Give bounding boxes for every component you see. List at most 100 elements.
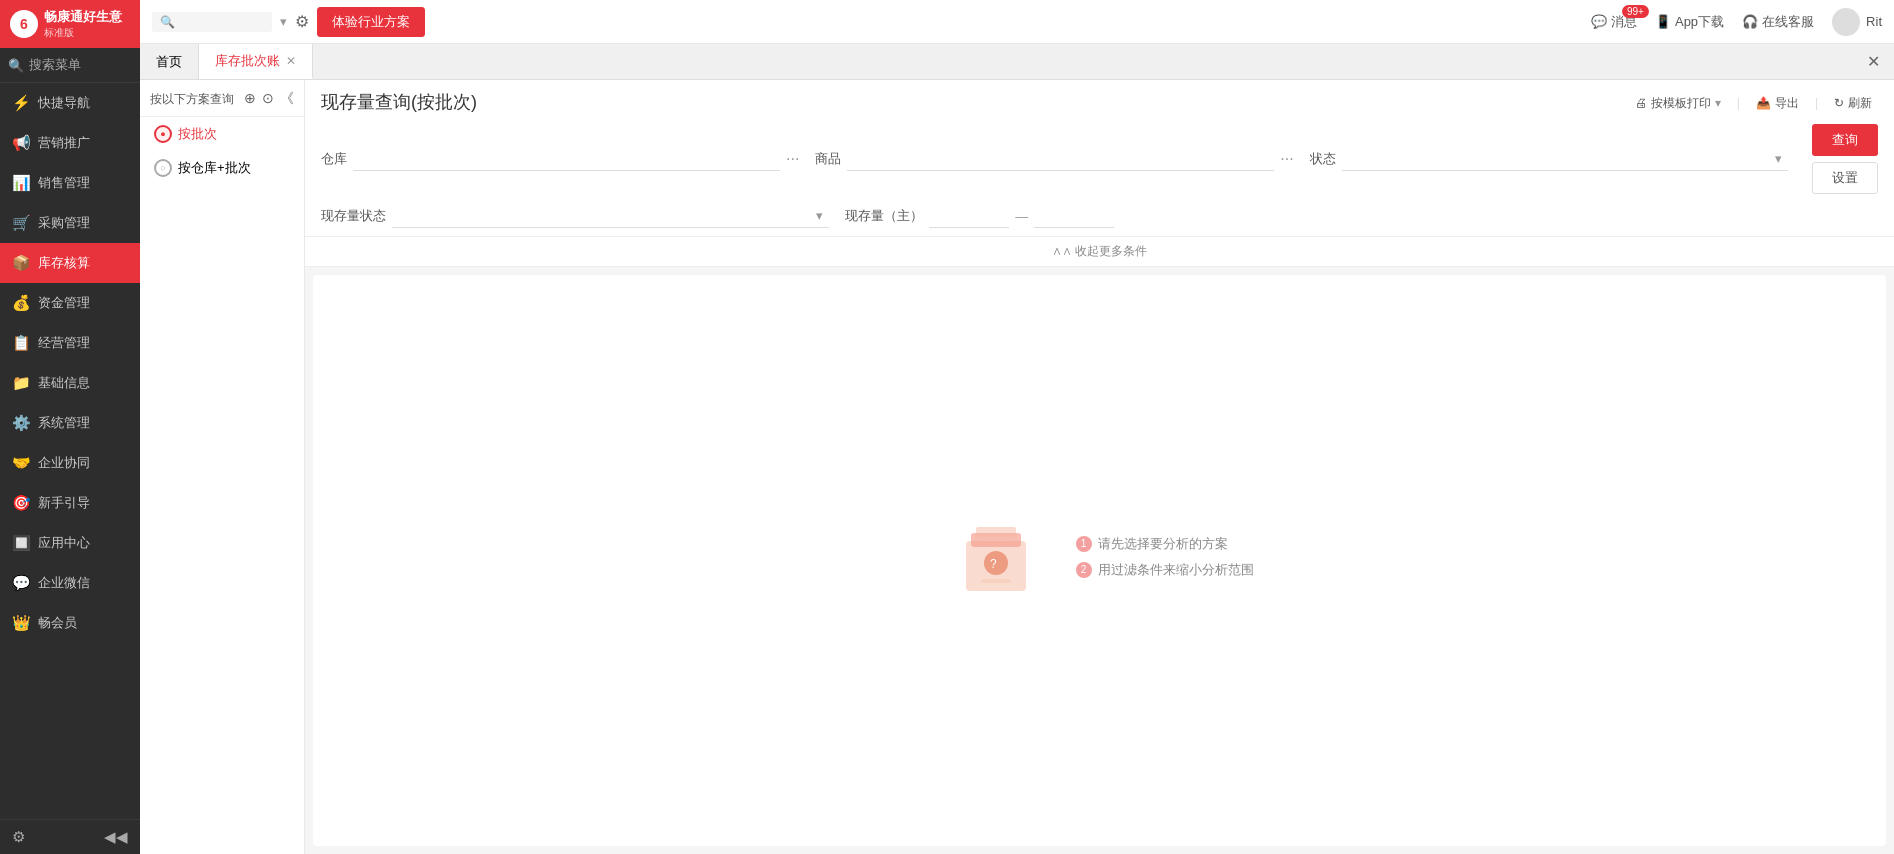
sidebar-header: 6 畅康通好生意 标准版 [0,0,140,48]
panel-close-btn[interactable]: ✕ [1853,52,1894,71]
collab-icon: 🤝 [12,454,30,472]
filter-row-2: 现存量状态 ▾ 现存量（主） — [321,204,1878,228]
product-label: 商品 [815,150,841,168]
status-label: 状态 [1310,150,1336,168]
stock-qty-to[interactable] [1034,204,1114,228]
sidebar-item-finance[interactable]: 💰 资金管理 [0,283,140,323]
refresh-icon: ↻ [1834,96,1844,110]
toolbar: 🖨 按模板打印 ▾ | 📤 导出 | ↻ 刷新 [1629,92,1878,115]
left-panel-actions: ⊕ ⊙ 《 [244,90,294,108]
query-button[interactable]: 查询 [1812,124,1878,156]
scheme-by-batch[interactable]: ● 按批次 [140,117,304,151]
sidebar-item-operation[interactable]: 📋 经营管理 [0,323,140,363]
sidebar-item-label: 系统管理 [38,414,90,432]
print-icon: 🖨 [1635,96,1647,110]
sidebar-item-member[interactable]: 👑 畅会员 [0,603,140,643]
wechat-icon: 💬 [12,574,30,592]
page-title: 现存量查询(按批次) [321,90,477,114]
dropdown-chevron-icon[interactable]: ▾ [280,14,287,29]
scheme-settings-icon[interactable]: ⊙ [262,90,274,108]
product-input[interactable] [847,147,1274,171]
status-chevron-icon: ▾ [1775,151,1782,166]
purchase-icon: 🛒 [12,214,30,232]
sidebar-item-system[interactable]: ⚙️ 系统管理 [0,403,140,443]
refresh-btn[interactable]: ↻ 刷新 [1828,92,1878,115]
search-icon: 🔍 [160,15,175,29]
right-panel: 现存量查询(按批次) 🖨 按模板打印 ▾ | 📤 导出 | [305,80,1894,854]
sidebar-item-basic[interactable]: 📁 基础信息 [0,363,140,403]
stock-status-chevron-icon: ▾ [816,208,823,223]
sidebar-item-purchase[interactable]: 🛒 采购管理 [0,203,140,243]
product-more-icon[interactable]: ··· [1280,150,1293,168]
settings-button[interactable]: 设置 [1812,162,1878,194]
app-download-btn[interactable]: 📱 App下载 [1655,13,1724,31]
tab-home[interactable]: 首页 [140,44,199,79]
collapse-sidebar-icon[interactable]: ◀◀ [104,828,128,846]
svg-rect-2 [976,527,1016,537]
sidebar-item-marketing[interactable]: 📢 营销推广 [0,123,140,163]
sidebar-item-apps[interactable]: 🔲 应用中心 [0,523,140,563]
hint-2: 2 用过滤条件来缩小分析范围 [1076,561,1254,579]
system-icon: ⚙️ [12,414,30,432]
empty-text: 1 请先选择要分析的方案 2 用过滤条件来缩小分析范围 [1076,535,1254,587]
sidebar-item-wechat[interactable]: 💬 企业微信 [0,563,140,603]
scheme-by-warehouse-batch-label: 按仓库+批次 [178,159,251,177]
refresh-label: 刷新 [1848,95,1872,112]
print-chevron-icon: ▾ [1715,96,1721,110]
hint-2-text: 用过滤条件来缩小分析范围 [1098,561,1254,579]
print-label: 按模板打印 [1651,95,1711,112]
left-panel-title: 按以下方案查询 [150,91,234,108]
tab-inventory-batch[interactable]: 库存批次账 ✕ [199,44,313,79]
warehouse-input[interactable] [353,147,780,171]
marketing-icon: 📢 [12,134,30,152]
sidebar-item-sales[interactable]: 📊 销售管理 [0,163,140,203]
topbar-gear-icon[interactable]: ⚙ [295,12,309,31]
collapse-bar[interactable]: ∧∧ 收起更多条件 [305,237,1894,267]
empty-illustration: ? [946,511,1046,611]
guide-icon: 🎯 [12,494,30,512]
app-subtitle: 标准版 [44,26,122,40]
sidebar-item-collab[interactable]: 🤝 企业协同 [0,443,140,483]
print-btn[interactable]: 🖨 按模板打印 ▾ [1629,92,1727,115]
left-panel: 按以下方案查询 ⊕ ⊙ 《 ● 按批次 ○ 按仓库+批次 [140,80,305,854]
filter-status: 状态 ▾ [1310,147,1788,171]
collapse-left-icon[interactable]: 《 [280,90,294,108]
sidebar-item-label: 基础信息 [38,374,90,392]
message-btn[interactable]: 💬 消息 99+ [1591,13,1637,31]
scheme-by-batch-label: 按批次 [178,125,217,143]
status-dropdown[interactable]: ▾ [1342,147,1788,171]
filter-warehouse: 仓库 ··· [321,147,799,171]
topbar-search-box[interactable]: 🔍 [152,12,272,32]
scheme-active-icon: ● [154,125,172,143]
filter-row-1: 仓库 ··· 商品 ··· 状态 [321,124,1878,194]
quick-nav-icon: ⚡ [12,94,30,112]
sidebar-item-label: 企业微信 [38,574,90,592]
warehouse-more-icon[interactable]: ··· [786,150,799,168]
empty-state: ? 1 请先选择要分析的方案 2 用过滤条件来缩小分析范围 [313,275,1886,846]
sidebar-item-label: 营销推广 [38,134,90,152]
user-name: Rit [1866,14,1882,29]
stock-qty-label: 现存量（主） [845,207,923,225]
tab-close-icon[interactable]: ✕ [286,54,296,68]
sidebar-item-quick-nav[interactable]: ⚡ 快捷导航 [0,83,140,123]
online-service-btn[interactable]: 🎧 在线客服 [1742,13,1814,31]
sidebar-item-label: 畅会员 [38,614,77,632]
sidebar-item-label: 经营管理 [38,334,90,352]
experience-btn[interactable]: 体验行业方案 [317,7,425,37]
sidebar-search-label: 搜索菜单 [29,56,81,74]
download-icon: 📱 [1655,14,1671,29]
scheme-by-warehouse-batch[interactable]: ○ 按仓库+批次 [140,151,304,185]
search-icon: 🔍 [8,58,24,73]
sidebar-item-label: 快捷导航 [38,94,90,112]
sidebar-item-guide[interactable]: 🎯 新手引导 [0,483,140,523]
settings-footer-icon[interactable]: ⚙ [12,828,25,846]
user-area[interactable]: Rit [1832,8,1882,36]
sidebar-search[interactable]: 🔍 搜索菜单 [0,48,140,83]
export-btn[interactable]: 📤 导出 [1750,92,1805,115]
stock-qty-from[interactable] [929,204,1009,228]
add-scheme-icon[interactable]: ⊕ [244,90,256,108]
app-title-area: 畅康通好生意 标准版 [44,8,122,40]
stock-status-dropdown[interactable]: ▾ [392,204,829,228]
sidebar-item-inventory[interactable]: 📦 库存核算 [0,243,140,283]
finance-icon: 💰 [12,294,30,312]
